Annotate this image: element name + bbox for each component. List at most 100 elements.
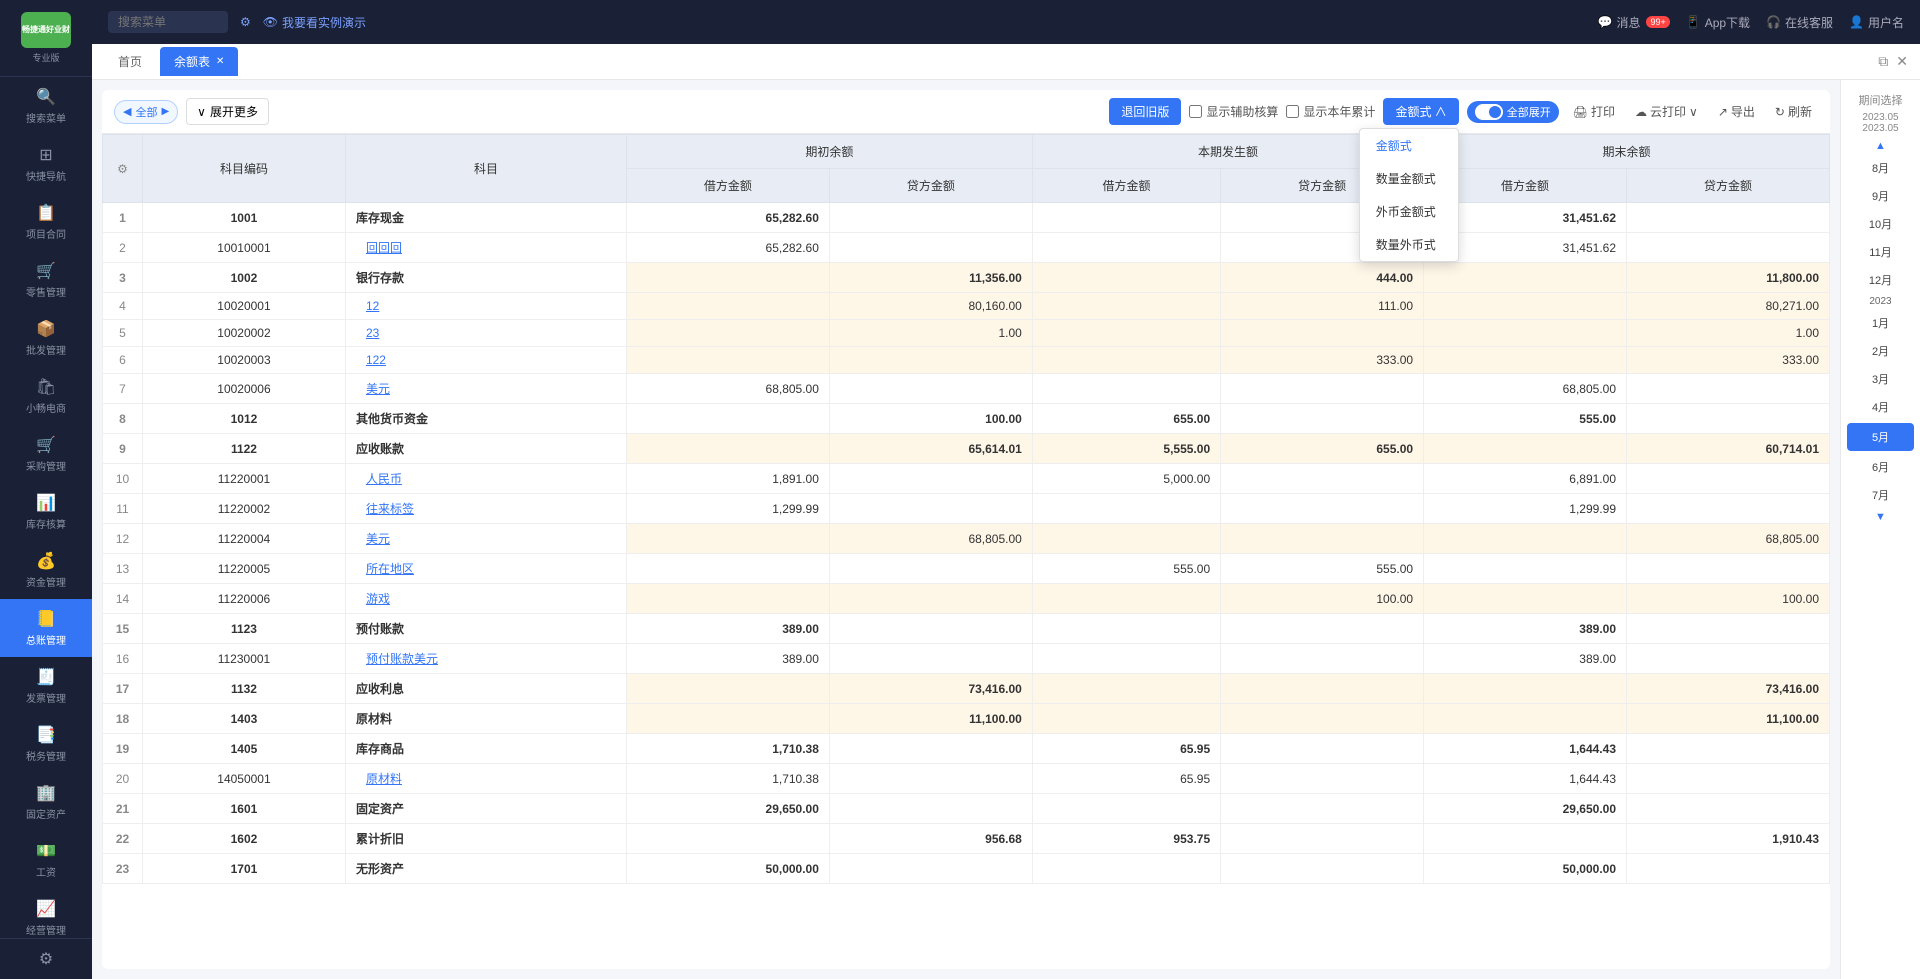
- panel-month-item[interactable]: 7月: [1841, 481, 1920, 509]
- row-open-debit: [626, 293, 829, 320]
- expand-btn[interactable]: ∨ 展开更多: [186, 98, 269, 125]
- row-open-debit: [626, 824, 829, 854]
- account-link[interactable]: 美元: [366, 382, 390, 396]
- settings-icon[interactable]: ⚙: [39, 949, 53, 969]
- panel-month-item[interactable]: 9月: [1841, 182, 1920, 210]
- sidebar-label-search: 搜索菜单: [26, 110, 66, 125]
- row-num: 22: [103, 824, 143, 854]
- row-cur-credit: [1221, 794, 1424, 824]
- account-link[interactable]: 预付账款美元: [366, 652, 438, 666]
- sidebar-item-capital[interactable]: 💰资金管理: [0, 541, 92, 599]
- sidebar-item-tax[interactable]: 📑税务管理: [0, 715, 92, 773]
- sidebar-item-inventory[interactable]: 📊库存核算: [0, 483, 92, 541]
- mode-option-quantity_amount[interactable]: 数量金额式: [1360, 162, 1458, 195]
- row-name: 12: [345, 293, 626, 320]
- mode-option-amount[interactable]: 金额式: [1360, 129, 1458, 162]
- panel-month-item[interactable]: 10月: [1841, 210, 1920, 238]
- tab-close-window-icon[interactable]: ✕: [1896, 53, 1908, 70]
- message-btn[interactable]: 💬 消息 99+: [1598, 14, 1670, 31]
- row-open-debit: 50,000.00: [626, 854, 829, 884]
- sidebar-item-payroll[interactable]: 💵工资: [0, 831, 92, 889]
- row-code: 11220001: [143, 464, 346, 494]
- panel-month-item[interactable]: 11月: [1841, 238, 1920, 266]
- expand-all-toggle[interactable]: 全部展开: [1467, 101, 1559, 123]
- tab-home[interactable]: 首页: [104, 47, 156, 76]
- row-num: 8: [103, 404, 143, 434]
- sidebar-item-search[interactable]: 🔍搜索菜单: [0, 77, 92, 135]
- sidebar-item-retail[interactable]: 🛒零售管理: [0, 251, 92, 309]
- table-row: 10 11220001 人民币 1,891.00 5,000.00 6,891.…: [103, 464, 1830, 494]
- panel-month-item[interactable]: 1月: [1841, 309, 1920, 337]
- row-open-debit: [626, 320, 829, 347]
- account-name: 应收利息: [356, 682, 404, 696]
- row-open-debit: [626, 524, 829, 554]
- row-open-credit: [829, 854, 1032, 884]
- row-num: 6: [103, 347, 143, 374]
- sidebar-item-assets[interactable]: 🏢固定资产: [0, 773, 92, 831]
- account-link[interactable]: 游戏: [366, 592, 390, 606]
- sidebar-item-biz[interactable]: 📈经营管理: [0, 889, 92, 938]
- app-download-btn[interactable]: 📱 App下载: [1686, 14, 1750, 31]
- account-link[interactable]: 原材料: [366, 772, 402, 786]
- sidebar-item-ledger[interactable]: 📒总账管理: [0, 599, 92, 657]
- row-end-debit: 389.00: [1424, 614, 1627, 644]
- cloud-print-btn[interactable]: ☁ 云打印 ∨: [1629, 99, 1704, 124]
- tab-balance[interactable]: 余额表 ✕: [160, 47, 238, 76]
- sidebar-item-purchase[interactable]: 🛒采购管理: [0, 425, 92, 483]
- panel-month-item[interactable]: 3月: [1841, 365, 1920, 393]
- row-num: 11: [103, 494, 143, 524]
- expand-icon: ∨: [197, 105, 206, 119]
- row-cur-credit: [1221, 464, 1424, 494]
- sidebar-label-payroll: 工资: [36, 864, 56, 879]
- panel-month-item[interactable]: 8月: [1841, 154, 1920, 182]
- account-link[interactable]: 23: [366, 326, 379, 340]
- search-input[interactable]: [108, 11, 228, 33]
- panel-month-item[interactable]: 12月: [1841, 266, 1920, 294]
- panel-month-item[interactable]: 4月: [1841, 393, 1920, 421]
- print-btn[interactable]: 🖨 打印: [1567, 99, 1621, 124]
- show-auxiliary-check[interactable]: 显示辅助核算: [1189, 103, 1278, 120]
- sidebar-item-invoice[interactable]: 🧾发票管理: [0, 657, 92, 715]
- show-ytd-check[interactable]: 显示本年累计: [1286, 103, 1375, 120]
- col-header-code: 科目编码: [143, 135, 346, 203]
- account-link[interactable]: 往来标签: [366, 502, 414, 516]
- sidebar-item-wholesale[interactable]: 📦批发管理: [0, 309, 92, 367]
- mode-option-quantity_foreign[interactable]: 数量外币式: [1360, 228, 1458, 261]
- filter-tag[interactable]: ◀ 全部 ▶: [114, 100, 178, 124]
- refresh-btn[interactable]: ↻ 刷新: [1769, 99, 1818, 124]
- row-open-debit: [626, 674, 829, 704]
- period-down-btn[interactable]: ▼: [1841, 509, 1920, 525]
- panel-month-item[interactable]: 6月: [1841, 453, 1920, 481]
- account-link[interactable]: 12: [366, 299, 379, 313]
- mode-btn[interactable]: 金额式 ∧: [1383, 98, 1458, 125]
- row-name: 人民币: [345, 464, 626, 494]
- account-link[interactable]: 回回回: [366, 241, 402, 255]
- row-num: 1: [103, 203, 143, 233]
- online-service-btn[interactable]: 🎧 在线客服: [1766, 14, 1833, 31]
- period-up-btn[interactable]: ▲: [1841, 138, 1920, 154]
- download-icon: 📱: [1686, 15, 1701, 29]
- account-link[interactable]: 所在地区: [366, 562, 414, 576]
- mode-option-foreign_amount[interactable]: 外币金额式: [1360, 195, 1458, 228]
- account-link[interactable]: 美元: [366, 532, 390, 546]
- panel-month-item[interactable]: 2月: [1841, 337, 1920, 365]
- demo-link[interactable]: 👁 我要看实例演示: [263, 14, 366, 31]
- row-name: 美元: [345, 524, 626, 554]
- sidebar-bottom[interactable]: ⚙: [0, 938, 92, 979]
- topbar-settings[interactable]: ⚙: [240, 15, 251, 29]
- account-link[interactable]: 人民币: [366, 472, 402, 486]
- sidebar-item-ecommerce[interactable]: 🛍小畅电商: [0, 367, 92, 425]
- panel-month-active[interactable]: 5月: [1847, 423, 1914, 451]
- account-link[interactable]: 122: [366, 353, 386, 367]
- tab-restore-icon[interactable]: ⧉: [1878, 53, 1888, 70]
- toolbar-right: 退回旧版 显示辅助核算 显示本年累计 金额式 ∧: [1109, 98, 1818, 125]
- export-btn[interactable]: ↗ 导出: [1712, 99, 1761, 124]
- table-settings-icon[interactable]: ⚙: [117, 162, 128, 176]
- sidebar-label-tax: 税务管理: [26, 748, 66, 763]
- tab-close-icon[interactable]: ✕: [216, 56, 224, 67]
- return-old-btn[interactable]: 退回旧版: [1109, 98, 1181, 125]
- sidebar-item-nav[interactable]: ⊞快捷导航: [0, 135, 92, 193]
- row-num: 18: [103, 704, 143, 734]
- sidebar-item-project[interactable]: 📋项目合同: [0, 193, 92, 251]
- user-menu[interactable]: 👤 用户名: [1849, 14, 1904, 31]
